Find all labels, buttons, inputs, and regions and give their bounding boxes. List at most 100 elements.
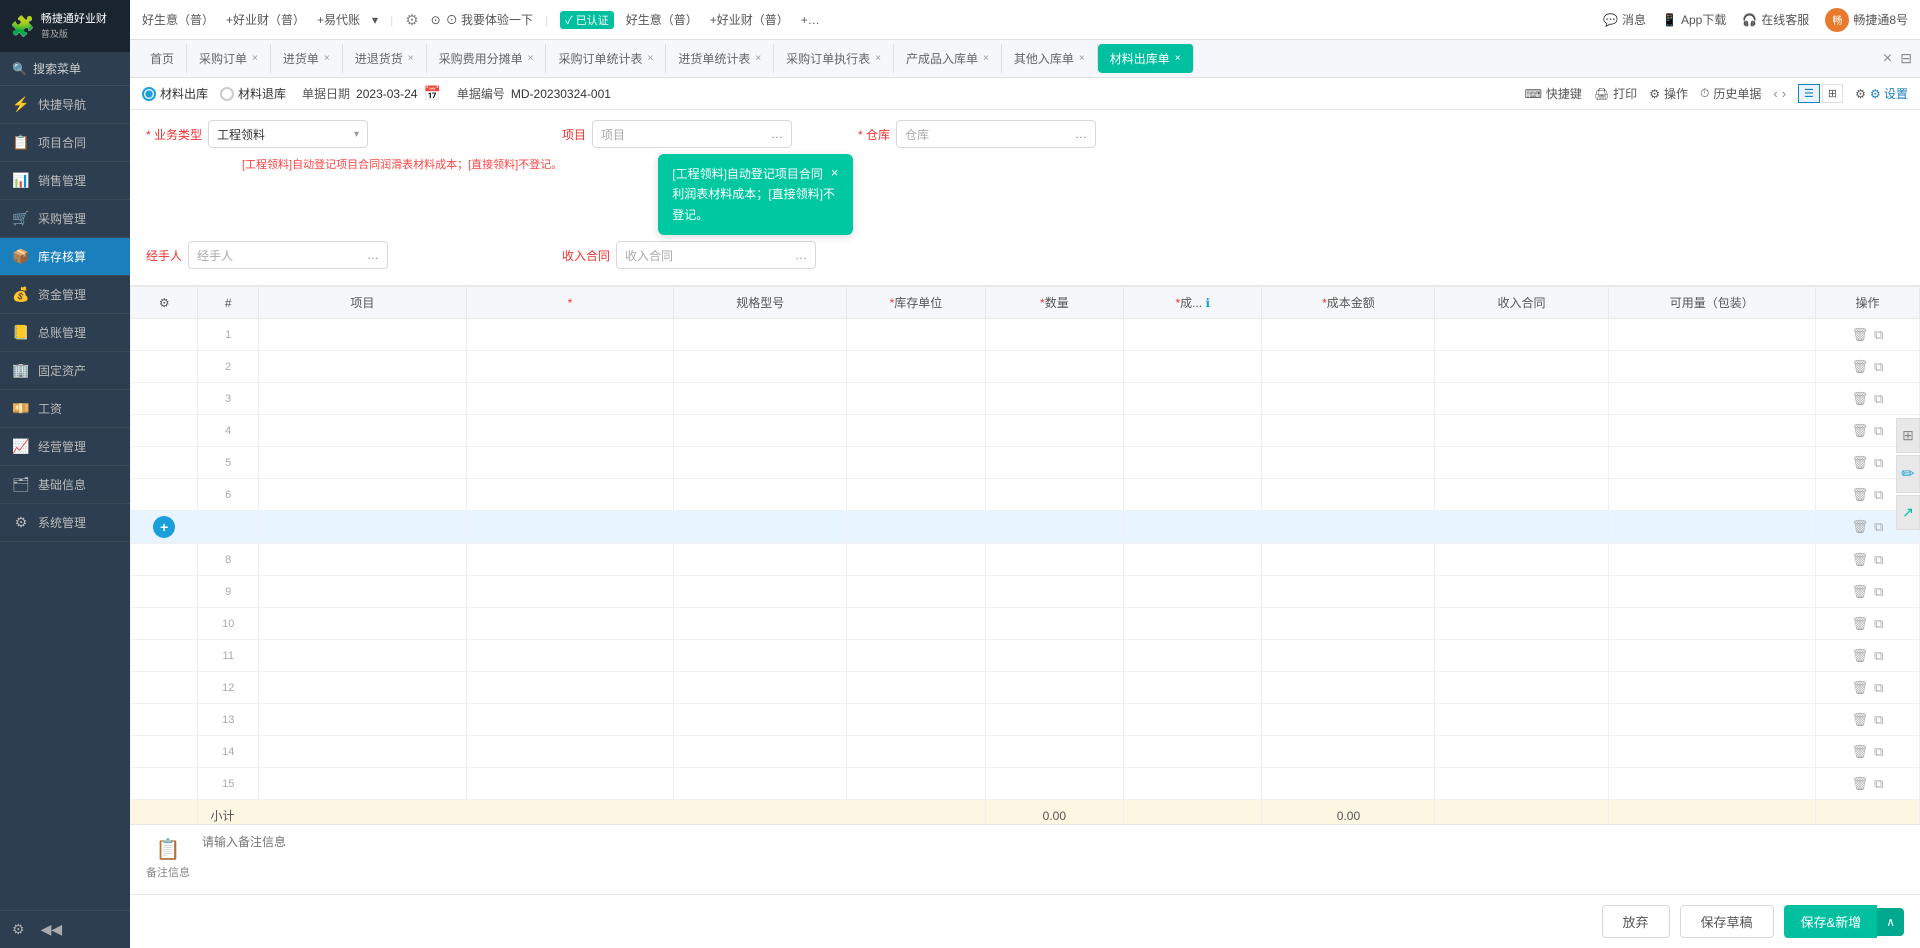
topbar-gear-icon[interactable]: ⚙ [405, 11, 418, 29]
topbar-more[interactable]: +… [801, 13, 820, 27]
topbar-message[interactable]: 💬 消息 [1603, 11, 1646, 28]
delete-row-3[interactable]: 🗑 [1852, 391, 1869, 407]
right-fixed-btn-3[interactable]: ↗ [1896, 495, 1920, 530]
sidebar-item-inventory[interactable]: 📦 库存核算 [0, 238, 130, 276]
delete-row-10[interactable]: 🗑 [1852, 616, 1869, 632]
add-row-button[interactable]: + [153, 516, 175, 538]
delete-row-5[interactable]: 🗑 [1852, 455, 1869, 471]
tab-close-purchase-expense[interactable]: × [528, 53, 534, 64]
copy-row-10[interactable]: ⧉ [1874, 616, 1883, 632]
project-input[interactable]: 项目 … [592, 120, 792, 148]
topbar-more-dropdown[interactable]: ▾ [372, 13, 378, 27]
sidebar-item-payroll[interactable]: 💴 工资 [0, 390, 130, 428]
view-list-button[interactable]: ☰ [1798, 84, 1820, 103]
prev-button[interactable]: ‹ [1773, 86, 1777, 101]
topbar-good-business2[interactable]: 好生意（普） [626, 11, 698, 28]
copy-row-12[interactable]: ⧉ [1874, 680, 1883, 696]
print-button[interactable]: 🖨 打印 [1594, 85, 1637, 102]
copy-row-1[interactable]: ⧉ [1874, 327, 1883, 343]
handler-input[interactable]: 经手人 … [188, 241, 388, 269]
sidebar-item-ledger[interactable]: 📒 总账管理 [0, 314, 130, 352]
income-contract-input[interactable]: 收入合同 … [616, 241, 816, 269]
copy-row-4[interactable]: ⧉ [1874, 423, 1883, 439]
calendar-icon[interactable]: 📅 [423, 85, 440, 102]
row-1-spec[interactable] [674, 319, 847, 351]
topbar-good-finance[interactable]: +好业财（普） [226, 11, 305, 28]
sidebar-item-finance[interactable]: 💰 资金管理 [0, 276, 130, 314]
tab-minimize[interactable]: ⊟ [1900, 50, 1912, 67]
delete-row-4[interactable]: 🗑 [1852, 423, 1869, 439]
tab-purchase-return[interactable]: 进退货货 × [343, 44, 427, 73]
tab-other-receipt[interactable]: 其他入库单 × [1002, 44, 1098, 73]
sidebar-item-base-info[interactable]: 🗂 基础信息 [0, 466, 130, 504]
settings-bottom-icon[interactable]: ⚙ [12, 921, 25, 938]
tab-close-material-out[interactable]: × [1175, 53, 1181, 64]
tab-purchase-order-stat[interactable]: 采购订单统计表 × [546, 44, 666, 73]
sidebar-search[interactable]: 🔍 搜索菜单 [0, 52, 130, 86]
topbar-online-service[interactable]: 🎧 在线客服 [1742, 11, 1809, 28]
delete-row-14[interactable]: 🗑 [1852, 744, 1869, 760]
delete-row-8[interactable]: 🗑 [1852, 552, 1869, 568]
row-1-cost-amount[interactable] [1262, 319, 1435, 351]
notes-input[interactable] [202, 833, 1904, 861]
topbar-good-finance2[interactable]: +好业财（普） [710, 11, 789, 28]
save-draft-button[interactable]: 保存草稿 [1680, 905, 1774, 938]
row-1-material[interactable] [466, 319, 674, 351]
radio-material-return[interactable]: 材料退库 [220, 85, 286, 102]
sidebar-item-operations[interactable]: 📈 经营管理 [0, 428, 130, 466]
tab-close-purchase-receipt-stat[interactable]: × [755, 53, 761, 64]
delete-row-2[interactable]: 🗑 [1852, 359, 1869, 375]
topbar-app-download[interactable]: 📱 App下载 [1662, 11, 1726, 28]
sidebar-item-project-contract[interactable]: 📋 项目合同 [0, 124, 130, 162]
topbar-certified-badge[interactable]: ✓ 已认证 [560, 11, 614, 29]
settings-button[interactable]: ⚙ ⚙ 设置 [1855, 85, 1908, 102]
delete-row-11[interactable]: 🗑 [1852, 648, 1869, 664]
tooltip-close-button[interactable]: × [831, 162, 839, 184]
copy-row-8[interactable]: ⧉ [1874, 552, 1883, 568]
delete-row-13[interactable]: 🗑 [1852, 712, 1869, 728]
tab-purchase-order[interactable]: 采购订单 × [187, 44, 271, 73]
delete-row-7[interactable]: 🗑 [1852, 519, 1869, 535]
sidebar-item-purchase[interactable]: 🛒 采购管理 [0, 200, 130, 238]
tab-finished-goods[interactable]: 产成品入库单 × [894, 44, 1002, 73]
tab-close-all[interactable]: × [1883, 50, 1892, 68]
save-new-arrow[interactable]: ∧ [1877, 908, 1904, 936]
next-button[interactable]: › [1782, 86, 1786, 101]
topbar-experience[interactable]: ⊙ ⊙ 我要体验一下 [431, 11, 533, 28]
collapse-icon[interactable]: ◀◀ [41, 921, 63, 938]
copy-row-6[interactable]: ⧉ [1874, 487, 1883, 503]
copy-row-14[interactable]: ⧉ [1874, 744, 1883, 760]
tab-close-other-receipt[interactable]: × [1079, 53, 1085, 64]
col-gear-header[interactable]: ⚙ [131, 287, 198, 319]
sidebar-item-system[interactable]: ⚙ 系统管理 [0, 504, 130, 542]
tab-close-finished-goods[interactable]: × [983, 53, 989, 64]
copy-row-9[interactable]: ⧉ [1874, 584, 1883, 600]
history-button[interactable]: ⏱ 历史单据 [1700, 85, 1761, 102]
tab-close-purchase-order-stat[interactable]: × [647, 53, 653, 64]
operations-button[interactable]: ⚙ 操作 [1649, 85, 1688, 102]
row-1-unit[interactable] [847, 319, 985, 351]
radio-material-out[interactable]: 材料出库 [142, 85, 208, 102]
topbar-easy-agent[interactable]: +易代账 [317, 11, 360, 28]
tab-close-purchase-exec[interactable]: × [875, 53, 881, 64]
delete-row-9[interactable]: 🗑 [1852, 584, 1869, 600]
tab-purchase-expense[interactable]: 采购费用分摊单 × [427, 44, 547, 73]
copy-row-2[interactable]: ⧉ [1874, 359, 1883, 375]
save-new-button[interactable]: 保存&新增 [1784, 905, 1878, 938]
delete-row-15[interactable]: 🗑 [1852, 776, 1869, 792]
row-1-quantity[interactable] [985, 319, 1123, 351]
row-1-project[interactable] [259, 319, 467, 351]
delete-row-12[interactable]: 🗑 [1852, 680, 1869, 696]
view-grid-button[interactable]: ⊞ [1822, 84, 1843, 103]
copy-row-7[interactable]: ⧉ [1874, 519, 1883, 535]
sidebar-item-quick-nav[interactable]: ⚡ 快捷导航 [0, 86, 130, 124]
copy-row-11[interactable]: ⧉ [1874, 648, 1883, 664]
tab-purchase-receipt-stat[interactable]: 进货单统计表 × [666, 44, 774, 73]
row-1-available[interactable] [1608, 319, 1816, 351]
sidebar-item-fixed-assets[interactable]: 🏢 固定资产 [0, 352, 130, 390]
topbar-user[interactable]: 畅 畅捷通8号 [1825, 8, 1908, 32]
delete-row-6[interactable]: 🗑 [1852, 487, 1869, 503]
copy-row-15[interactable]: ⧉ [1874, 776, 1883, 792]
shortcut-button[interactable]: ⌨ 快捷键 [1525, 85, 1582, 102]
topbar-good-business[interactable]: 好生意（普） [142, 11, 214, 28]
